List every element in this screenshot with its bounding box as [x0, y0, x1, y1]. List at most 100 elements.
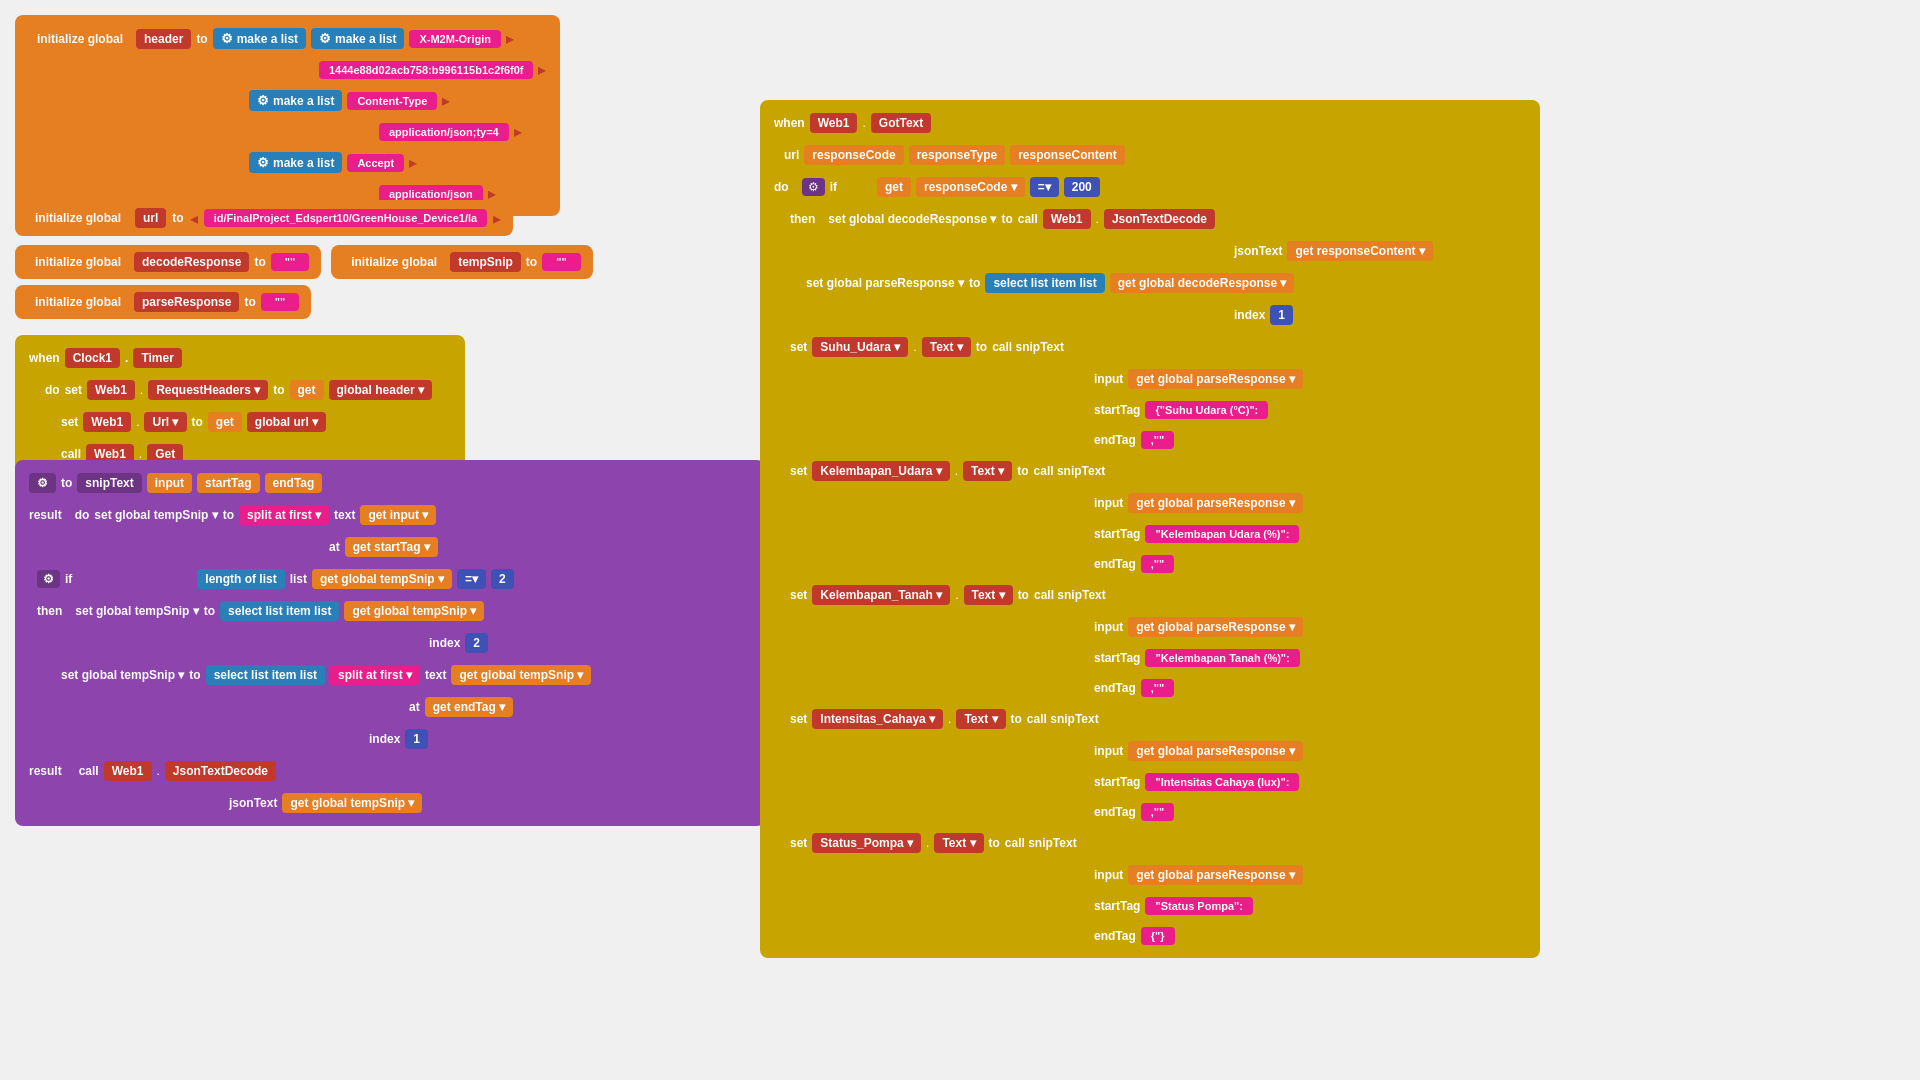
- endtag-param: endTag: [265, 473, 323, 493]
- startval-keltan: "Kelembapan Tanah (%)":: [1145, 649, 1299, 667]
- endtag-pompa: endTag: [1094, 929, 1136, 943]
- set-suhu: set: [790, 340, 807, 354]
- get-tempsnip-result: get global tempSnip ▾: [282, 793, 422, 813]
- jsontext-gt: jsonText: [1234, 244, 1282, 258]
- text-pompa: Text ▾: [934, 833, 983, 853]
- get-responsecontent-gt: get responseContent ▾: [1287, 241, 1432, 261]
- dot-timer: .: [125, 351, 128, 365]
- set-decode-gt: set global decodeResponse ▾: [828, 212, 996, 226]
- init-parse-block: initialize global parseResponse to "": [15, 285, 311, 319]
- dot3: .: [139, 447, 142, 461]
- text-suhu: Text ▾: [922, 337, 971, 357]
- web1a-label: Web1: [87, 380, 135, 400]
- parse-var: parseResponse: [134, 292, 239, 312]
- gear-icon-3: [257, 93, 269, 108]
- timer-label: Timer: [133, 348, 181, 368]
- get-parse-pompa: get global parseResponse ▾: [1128, 865, 1303, 885]
- keltan-var: Kelembapan_Tanah ▾: [812, 585, 950, 605]
- gear-gt: ⚙: [802, 178, 825, 196]
- responsecode-gt: responseCode: [804, 145, 903, 165]
- init-decode-label: initialize global: [27, 252, 129, 272]
- gear-if: ⚙: [37, 572, 60, 586]
- json-decode-label: JsonTextDecode: [165, 761, 276, 781]
- startval-suhu: {"Suhu Udara (°C)":: [1145, 401, 1268, 419]
- set-keltan: set: [790, 588, 807, 602]
- select-list-gt: select list item list: [985, 273, 1104, 293]
- web1-decode: Web1: [104, 761, 152, 781]
- url-var: url: [135, 208, 166, 228]
- gear-icon-2: [319, 31, 331, 46]
- endtag-intcah: endTag: [1094, 805, 1136, 819]
- tempsnip-val: "": [542, 253, 580, 271]
- json-type-val: application/json;ty=4: [379, 123, 509, 141]
- idx2: 2: [465, 633, 488, 653]
- to-decode-gt: to: [1001, 212, 1012, 226]
- make-list-4: make a list: [249, 152, 342, 173]
- global-header-label: global header ▾: [329, 380, 432, 400]
- split-first-2: split at first ▾: [330, 665, 420, 685]
- to-keltan: to: [1018, 588, 1029, 602]
- to-url: to: [172, 211, 183, 225]
- dot-keltan: .: [955, 588, 958, 602]
- to-suhu: to: [976, 340, 987, 354]
- dot-suhu: .: [913, 340, 916, 354]
- url-prop-label: Url ▾: [144, 412, 186, 432]
- at2: at: [409, 700, 420, 714]
- do-snip: do: [75, 508, 90, 522]
- to-decode: to: [254, 255, 265, 269]
- connector-url2: ▸: [493, 209, 501, 228]
- intcah-var: Intensitas_Cahaya ▾: [812, 709, 943, 729]
- to-pompa: to: [989, 836, 1000, 850]
- val2: 2: [491, 569, 514, 589]
- to-then2: to: [189, 668, 200, 682]
- gear-icon-4: [257, 155, 269, 170]
- result-label: result: [29, 508, 62, 522]
- call-intcah: call snipText: [1027, 712, 1099, 726]
- init-header-block: initialize global header to make a list …: [15, 15, 560, 216]
- starttag-suhu: startTag: [1094, 403, 1140, 417]
- reqheaders-label: RequestHeaders ▾: [148, 380, 268, 400]
- connector5: ▸: [409, 153, 417, 172]
- set2-label: set: [61, 415, 78, 429]
- starttag-keltan: startTag: [1094, 651, 1140, 665]
- when-gt: when: [774, 116, 805, 130]
- input-suhu: input: [1094, 372, 1123, 386]
- then-gt: then: [790, 212, 815, 226]
- suhu-var: Suhu_Udara ▾: [812, 337, 908, 357]
- decode-var: decodeResponse: [134, 252, 249, 272]
- make-list-3: make a list: [249, 90, 342, 111]
- get-starttag: get startTag ▾: [345, 537, 438, 557]
- dot-intcah: .: [948, 712, 951, 726]
- to1: to: [273, 383, 284, 397]
- sniptext-name: snipText: [77, 473, 141, 493]
- snip-function-block: ⚙ to snipText input startTag endTag resu…: [15, 460, 765, 826]
- input-kelud: input: [1094, 496, 1123, 510]
- dot-json-gt: .: [1096, 212, 1099, 226]
- get-tempsnip-then3: get global tempSnip ▾: [451, 665, 591, 685]
- text2: text: [425, 668, 446, 682]
- init-tempsnip-block: initialize global tempSnip to "": [331, 245, 592, 279]
- get1-label: get: [290, 380, 324, 400]
- web1-gt: Web1: [810, 113, 858, 133]
- dot-pompa: .: [926, 836, 929, 850]
- to-parse: to: [244, 295, 255, 309]
- set-parse-gt: set global parseResponse ▾: [806, 276, 964, 290]
- index-gt: index: [1234, 308, 1265, 322]
- when-gottext-block: when Web1 . GotText url responseCode res…: [760, 100, 1540, 958]
- get-endtag: get endTag ▾: [425, 697, 513, 717]
- call-json-decode: call: [79, 764, 99, 778]
- gear-snip: ⚙: [29, 473, 56, 493]
- endval-intcah: ,"": [1141, 803, 1175, 821]
- call-label: call: [61, 447, 81, 461]
- if-label-snip: if: [65, 572, 72, 586]
- init-decode-block: initialize global decodeResponse to "": [15, 245, 321, 279]
- length-of-block: length of list: [197, 569, 284, 589]
- text-keltan: Text ▾: [964, 585, 1013, 605]
- dot-kelud: .: [955, 464, 958, 478]
- endtag-kelud: endTag: [1094, 557, 1136, 571]
- call-pompa: call snipText: [1005, 836, 1077, 850]
- web1-json-gt: Web1: [1043, 209, 1091, 229]
- input-keltan: input: [1094, 620, 1123, 634]
- connector: ▸: [506, 29, 514, 48]
- endval-suhu: ,"": [1141, 431, 1175, 449]
